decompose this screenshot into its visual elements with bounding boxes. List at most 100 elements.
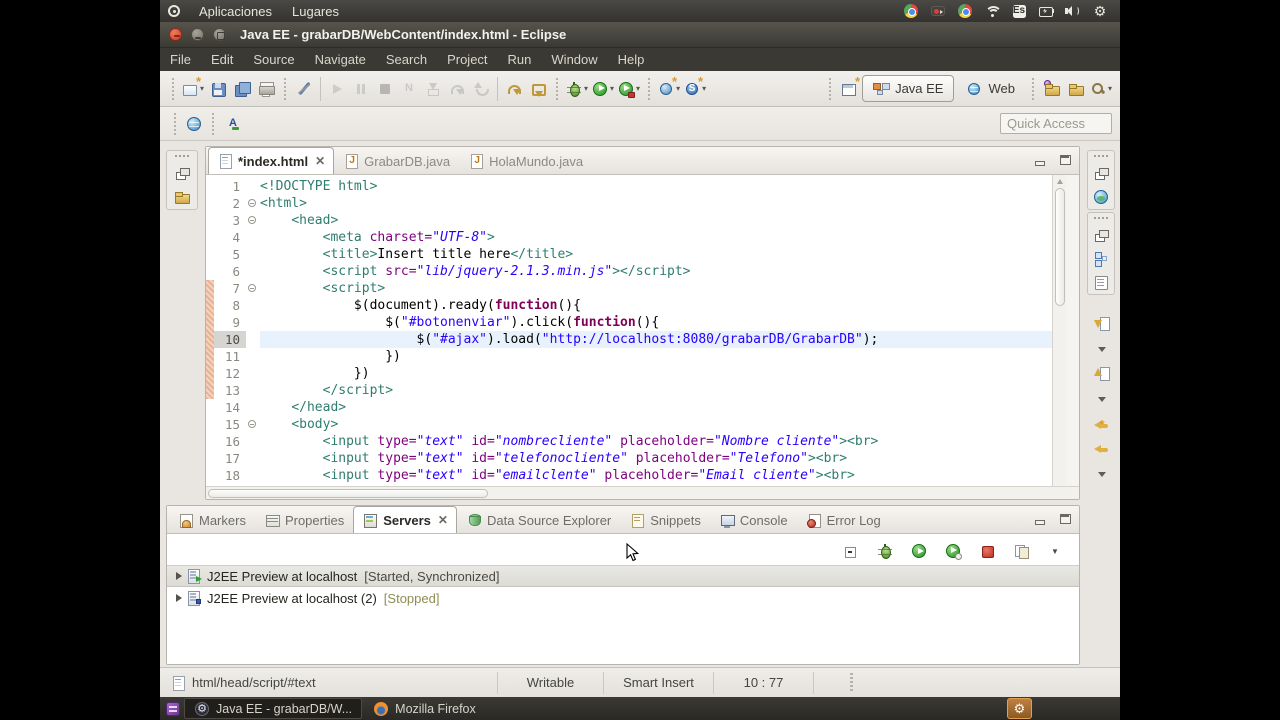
menu-source[interactable]: Source — [243, 48, 304, 71]
taskbar-window-eclipse[interactable]: ⚙ Java EE - grabarDB/W... — [184, 698, 363, 719]
vertical-scroll-thumb[interactable] — [1054, 188, 1065, 306]
previous-annotation-icon[interactable] — [1094, 366, 1110, 382]
keyboard-es-icon[interactable]: Es — [1011, 3, 1027, 19]
next-annotation-icon[interactable] — [1094, 316, 1110, 332]
skip-breakpoints-button[interactable] — [292, 77, 316, 101]
menu-arrow-3-icon[interactable] — [1094, 466, 1110, 482]
tab-close-icon[interactable]: ✕ — [315, 154, 325, 168]
view-tab-error-log[interactable]: Error Log — [797, 506, 890, 533]
save-button[interactable] — [206, 77, 230, 101]
profile-server-button[interactable] — [941, 539, 965, 563]
horizontal-scroll-thumb[interactable] — [208, 488, 488, 498]
new-wizard-button[interactable]: ▾ — [180, 75, 206, 101]
view-tab-data-source-explorer[interactable]: Data Source Explorer — [457, 506, 620, 533]
fold-collapse-icon[interactable] — [248, 420, 256, 428]
editor-tab--index-html[interactable]: *index.html ✕ — [208, 147, 335, 174]
search-dropdown-icon[interactable]: ▾ — [1108, 84, 1112, 93]
back-history-icon[interactable] — [1094, 441, 1110, 457]
vertical-scrollbar[interactable] — [1052, 175, 1066, 486]
restore-view-icon[interactable] — [174, 166, 190, 182]
drop-to-frame-button[interactable] — [526, 77, 550, 101]
publish-button[interactable] — [1009, 539, 1033, 563]
collapse-all-button[interactable] — [839, 539, 863, 563]
new-servlet-button[interactable]: S▾ — [682, 75, 708, 101]
task-list-icon[interactable] — [1093, 274, 1109, 290]
view-tab-servers[interactable]: Servers ✕ — [353, 506, 457, 533]
tab-close-icon[interactable]: ✕ — [438, 513, 448, 527]
code-editor[interactable]: 1 <!DOCTYPE html> 2 <html> 3 <head> 4 <meta c… — [206, 175, 1052, 486]
minimize-panel-icon[interactable] — [1032, 511, 1048, 527]
open-perspective-button[interactable] — [837, 75, 861, 101]
restore-view-2-icon[interactable] — [1093, 228, 1109, 244]
view-tab-console[interactable]: Console — [710, 506, 797, 533]
menu-navigate[interactable]: Navigate — [305, 48, 376, 71]
panel-menu-lugares[interactable]: Lugares — [282, 0, 349, 22]
palette-sphere-icon[interactable] — [1093, 189, 1109, 205]
external-a-button[interactable]: A — [220, 112, 244, 136]
stop-server-button[interactable] — [975, 539, 999, 563]
expand-arrow-icon[interactable] — [173, 570, 185, 582]
run-button[interactable]: ▾ — [590, 77, 616, 101]
last-edit-location-icon[interactable]: * — [1094, 416, 1110, 432]
wifi-icon[interactable] — [984, 3, 1002, 19]
web-browser-button[interactable] — [182, 112, 206, 136]
print-button[interactable] — [254, 77, 278, 101]
start-server-button[interactable] — [907, 539, 931, 563]
search-button[interactable]: ▾ — [1088, 77, 1114, 101]
window-minimize-button[interactable] — [191, 28, 204, 41]
chrome-2-icon[interactable] — [957, 3, 973, 19]
workspace-switcher[interactable]: ⚙ — [1007, 698, 1032, 719]
debug-dropdown-icon[interactable]: ▾ — [584, 84, 588, 93]
outline-view-icon[interactable] — [1093, 251, 1109, 267]
ubuntu-logo-icon[interactable] — [166, 3, 182, 19]
menu-edit[interactable]: Edit — [201, 48, 243, 71]
run-external-dropdown-icon[interactable]: ▾ — [636, 84, 640, 93]
menu-arrow-2-icon[interactable] — [1094, 391, 1110, 407]
menu-window[interactable]: Window — [541, 48, 607, 71]
files-app-icon[interactable] — [165, 701, 181, 717]
taskbar-window-firefox[interactable]: Mozilla Firefox — [363, 698, 486, 719]
minimize-editor-icon[interactable] — [1032, 152, 1048, 168]
debug-server-button[interactable] — [873, 539, 897, 563]
quick-access-box[interactable]: Quick Access — [1000, 113, 1112, 134]
menu-help[interactable]: Help — [608, 48, 655, 71]
maximize-editor-icon[interactable] — [1057, 152, 1073, 168]
view-tab-properties[interactable]: Properties — [255, 506, 353, 533]
new-web-project-button[interactable]: ▾ — [656, 75, 682, 101]
menu-file[interactable]: File — [160, 48, 201, 71]
save-all-button[interactable] — [230, 77, 254, 101]
horizontal-scrollbar[interactable] — [206, 486, 1079, 499]
menu-arrow-icon[interactable] — [1094, 341, 1110, 357]
server-row[interactable]: J2EE Preview at localhost (2) [Stopped] — [167, 587, 1079, 609]
perspective-button-web[interactable]: Web — [956, 75, 1025, 102]
editor-tab-holamundo-java[interactable]: J HolaMundo.java — [459, 147, 592, 174]
fold-collapse-icon[interactable] — [248, 216, 256, 224]
view-tab-snippets[interactable]: Snippets — [620, 506, 710, 533]
editor-tab-grabardb-java[interactable]: J GrabarDB.java — [334, 147, 459, 174]
menu-project[interactable]: Project — [437, 48, 497, 71]
server-row[interactable]: J2EE Preview at localhost [Started, Synch… — [167, 565, 1079, 587]
fold-collapse-icon[interactable] — [248, 284, 256, 292]
expand-arrow-icon[interactable] — [173, 592, 185, 604]
scroll-up-icon[interactable] — [1056, 179, 1063, 184]
chrome-icon[interactable] — [903, 3, 919, 19]
menu-run[interactable]: Run — [498, 48, 542, 71]
volume-icon[interactable] — [1065, 3, 1081, 19]
window-maximize-button[interactable] — [213, 28, 226, 41]
perspective-button-java-ee[interactable]: Java EE — [862, 75, 955, 102]
fold-collapse-icon[interactable] — [248, 199, 256, 207]
settings-gear-icon[interactable]: ⚙ — [1092, 3, 1108, 19]
use-step-filters-button[interactable] — [502, 77, 526, 101]
panel-menu-aplicaciones[interactable]: Aplicaciones — [189, 0, 282, 22]
restore-view-icon[interactable] — [1093, 166, 1109, 182]
debug-button[interactable]: ▾ — [564, 77, 590, 101]
screen-recorder-icon[interactable] — [930, 3, 946, 19]
view-menu-button[interactable]: ▼ — [1043, 539, 1067, 563]
view-tab-markers[interactable]: Markers — [169, 506, 255, 533]
open-folder-button[interactable] — [1064, 77, 1088, 101]
window-close-button[interactable] — [169, 28, 182, 41]
menu-search[interactable]: Search — [376, 48, 437, 71]
open-resource-button[interactable] — [1040, 77, 1064, 101]
maximize-panel-icon[interactable] — [1057, 511, 1073, 527]
battery-icon[interactable] — [1038, 3, 1054, 19]
